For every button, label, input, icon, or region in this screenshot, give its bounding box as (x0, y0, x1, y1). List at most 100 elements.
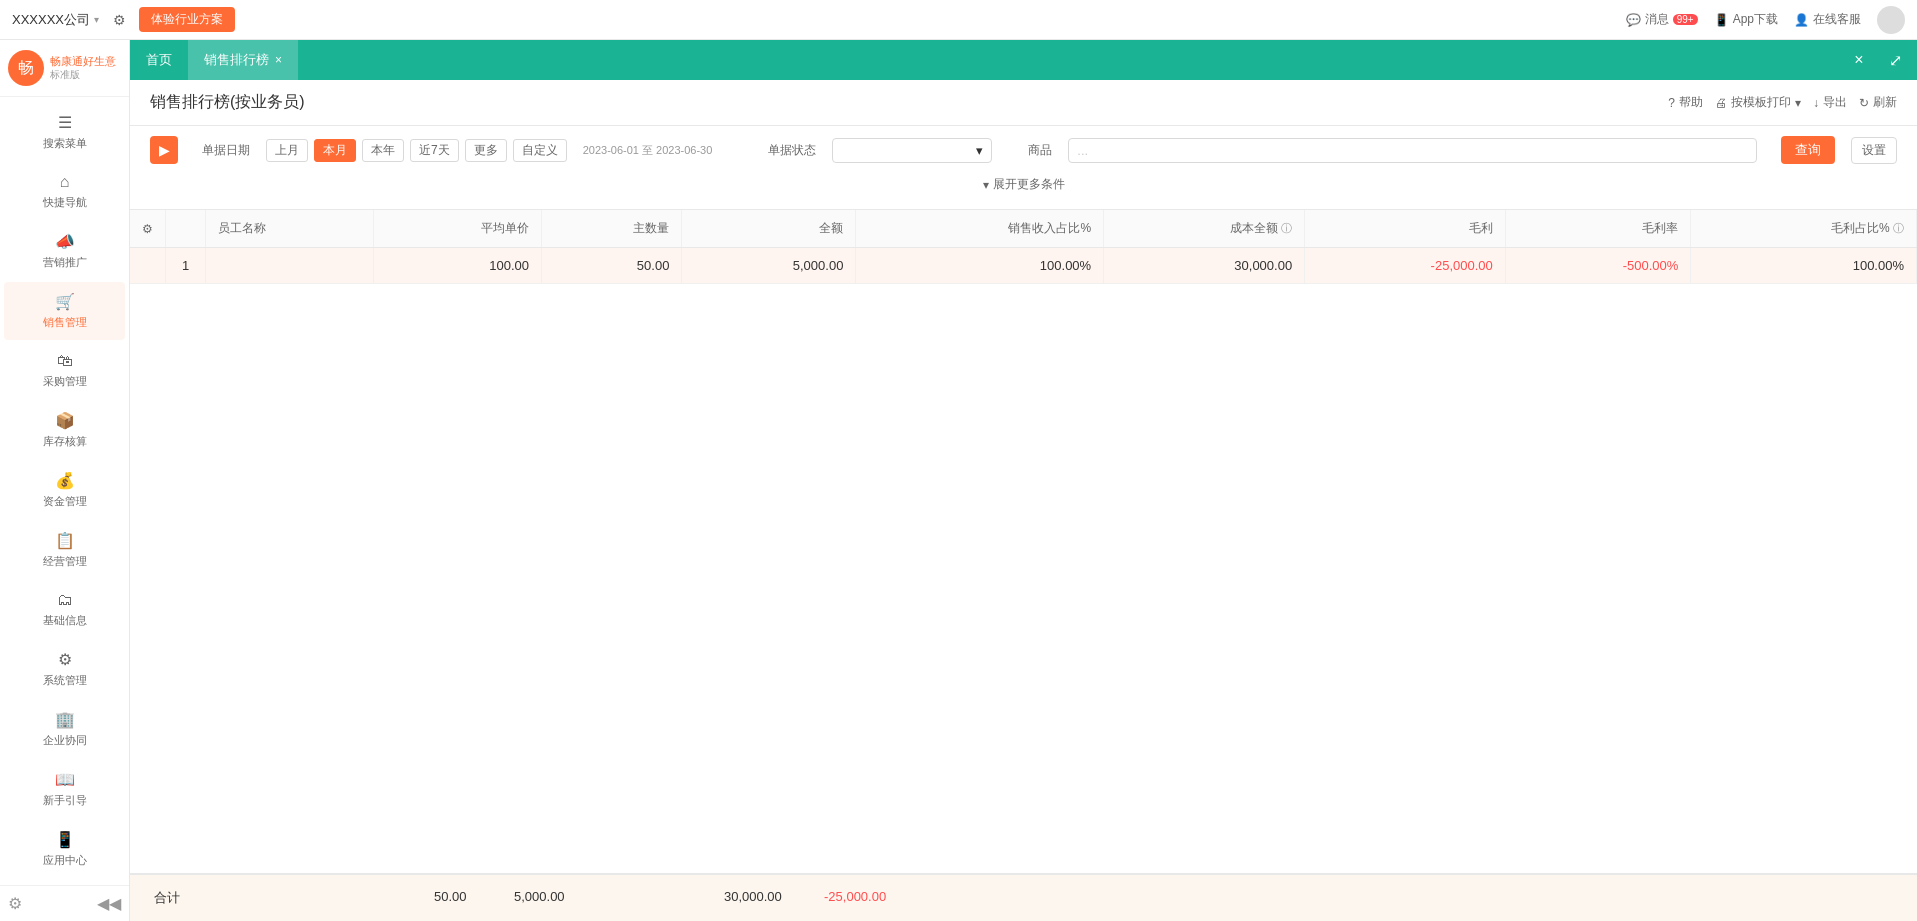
sidebar-label-basic: 基础信息 (43, 613, 87, 628)
footer-gross: -25,000.00 (812, 883, 912, 913)
date-btn-this-year[interactable]: 本年 (362, 139, 404, 162)
date-btn-this-month[interactable]: 本月 (314, 139, 356, 162)
expand-more-button[interactable]: ▾ 展开更多条件 (977, 170, 1071, 199)
export-icon: ↓ (1813, 96, 1819, 110)
export-button[interactable]: ↓ 导出 (1813, 94, 1847, 111)
company-selector[interactable]: XXXXXX公司 ▾ (12, 11, 99, 29)
sidebar-label-enterprise: 企业协同 (43, 733, 87, 748)
col-rank (166, 210, 206, 248)
guide-icon: 📖 (55, 770, 75, 789)
top-right-actions: 💬 消息 99+ 📱 App下载 👤 在线客服 (1626, 6, 1905, 34)
top-bar: XXXXXX公司 ▾ ⚙ 体验行业方案 💬 消息 99+ 📱 App下载 👤 在… (0, 0, 1917, 40)
help-button[interactable]: ? 帮助 (1668, 94, 1703, 111)
sidebar-item-apps[interactable]: 📱 应用中心 (4, 820, 125, 878)
inventory-icon: 📦 (55, 411, 75, 430)
col-gross: 毛利 (1305, 210, 1506, 248)
company-name: XXXXXX公司 (12, 11, 90, 29)
refresh-icon: ↻ (1859, 96, 1869, 110)
col-name: 员工名称 (206, 210, 374, 248)
query-button[interactable]: 查询 (1781, 136, 1835, 164)
online-service-button[interactable]: 👤 在线客服 (1794, 11, 1861, 28)
sidebar-label-operation: 经营管理 (43, 554, 87, 569)
service-label: 在线客服 (1813, 11, 1861, 28)
date-btn-more[interactable]: 更多 (465, 139, 507, 162)
sidebar: 畅 畅康通好生意 标准版 ☰ 搜索菜单 ⌂ 快捷导航 📣 营销推广 🛒 销售管理 (0, 40, 130, 921)
page-content: 销售排行榜(按业务员) ? 帮助 🖨 按模板打印 ▾ ↓ 导出 (130, 80, 1917, 921)
table-row: 1 100.00 50.00 5,000.00 100.00% 30,000.0… (130, 248, 1917, 284)
cell-qty: 50.00 (542, 248, 682, 284)
footer-avg-price (342, 883, 422, 913)
col-qty: 主数量 (542, 210, 682, 248)
print-chevron-icon: ▾ (1795, 96, 1801, 110)
sidebar-item-operation[interactable]: 📋 经营管理 (4, 521, 125, 579)
sidebar-settings-button[interactable]: ⚙ (8, 894, 22, 913)
sidebar-item-shortcut[interactable]: ⌂ 快捷导航 (4, 163, 125, 220)
help-label: 帮助 (1679, 94, 1703, 111)
sidebar-item-sales[interactable]: 🛒 销售管理 (4, 282, 125, 340)
sidebar-item-search[interactable]: ☰ 搜索菜单 (4, 103, 125, 161)
message-button[interactable]: 💬 消息 99+ (1626, 11, 1698, 28)
sidebar-nav: ☰ 搜索菜单 ⌂ 快捷导航 📣 营销推广 🛒 销售管理 🛍 采购管理 📦 库 (0, 97, 129, 885)
avatar[interactable] (1877, 6, 1905, 34)
settings-icon[interactable]: ⚙ (107, 8, 131, 32)
sidebar-footer: ⚙ ◀◀ (0, 885, 129, 921)
tab-close-icon[interactable]: × (275, 53, 282, 67)
sidebar-item-marketing[interactable]: 📣 营销推广 (4, 222, 125, 280)
page-header: 销售排行榜(按业务员) ? 帮助 🖨 按模板打印 ▾ ↓ 导出 (130, 80, 1917, 126)
footer-cells: 合计 50.00 5,000.00 30,000.00 -25,000.00 (142, 883, 1905, 913)
sidebar-label-guide: 新手引导 (43, 793, 87, 808)
cost-help-icon[interactable]: ⓘ (1281, 222, 1292, 234)
col-avg-price: 平均单价 (374, 210, 542, 248)
data-table: ⚙ 员工名称 平均单价 主数量 全额 销售收入占比% 成本全额 ⓘ 毛利 (130, 210, 1917, 284)
industry-button[interactable]: 体验行业方案 (139, 7, 235, 32)
table-area: ⚙ 员工名称 平均单价 主数量 全额 销售收入占比% 成本全额 ⓘ 毛利 (130, 210, 1917, 873)
cell-settings[interactable] (130, 248, 166, 284)
col-settings[interactable]: ⚙ (130, 210, 166, 248)
refresh-button[interactable]: ↻ 刷新 (1859, 94, 1897, 111)
print-button[interactable]: 🖨 按模板打印 ▾ (1715, 94, 1801, 111)
filter-row-1: ▶ 单据日期 上月 本月 本年 近7天 更多 自定义 2023-06-01 至 … (150, 136, 1897, 164)
footer-label: 合计 (142, 883, 342, 913)
footer-cost: 30,000.00 (712, 883, 812, 913)
marketing-icon: 📣 (55, 232, 75, 251)
table-footer: 合计 50.00 5,000.00 30,000.00 -25,000.00 (130, 873, 1917, 921)
goods-filter-input[interactable]: ... (1068, 138, 1757, 163)
tab-restore-button[interactable]: ⤢ (1881, 46, 1909, 74)
col-sales-pct: 销售收入占比% (856, 210, 1104, 248)
sidebar-collapse-button[interactable]: ◀◀ (97, 894, 121, 913)
col-gross-pct: 毛利占比% ⓘ (1691, 210, 1917, 248)
tab-home[interactable]: 首页 (130, 40, 188, 80)
footer-qty: 50.00 (422, 883, 502, 913)
sidebar-item-finance[interactable]: 💰 资金管理 (4, 461, 125, 519)
date-btn-7days[interactable]: 近7天 (410, 139, 459, 162)
settings-button[interactable]: 设置 (1851, 137, 1897, 164)
sidebar-item-purchase[interactable]: 🛍 采购管理 (4, 342, 125, 399)
service-icon: 👤 (1794, 13, 1809, 27)
sidebar-item-guide[interactable]: 📖 新手引导 (4, 760, 125, 818)
app-icon: 📱 (1714, 13, 1729, 27)
sidebar-item-enterprise[interactable]: 🏢 企业协同 (4, 700, 125, 758)
tab-close-window-button[interactable]: × (1845, 46, 1873, 74)
filter-expand-arrow[interactable]: ▶ (150, 136, 178, 164)
date-btn-last-month[interactable]: 上月 (266, 139, 308, 162)
sidebar-item-system[interactable]: ⚙ 系统管理 (4, 640, 125, 698)
tab-bar: 首页 销售排行榜 × × ⤢ (130, 40, 1917, 80)
tab-sales-rank[interactable]: 销售排行榜 × (188, 40, 298, 80)
footer-sales-pct (602, 883, 712, 913)
date-btn-custom[interactable]: 自定义 (513, 139, 567, 162)
goods-placeholder: ... (1077, 143, 1088, 158)
date-filters: 上月 本月 本年 近7天 更多 自定义 (266, 139, 567, 162)
sidebar-item-inventory[interactable]: 📦 库存核算 (4, 401, 125, 459)
gross-pct-help-icon[interactable]: ⓘ (1893, 222, 1904, 234)
sidebar-label-shortcut: 快捷导航 (43, 195, 87, 210)
sidebar-label-system: 系统管理 (43, 673, 87, 688)
app-download-button[interactable]: 📱 App下载 (1714, 11, 1778, 28)
table-body: 1 100.00 50.00 5,000.00 100.00% 30,000.0… (130, 248, 1917, 284)
purchase-icon: 🛍 (57, 352, 73, 370)
cell-amount: 5,000.00 (682, 248, 856, 284)
status-filter-label: 单据状态 (768, 142, 816, 159)
search-menu-icon: ☰ (58, 113, 72, 132)
sidebar-item-basic[interactable]: 🗂 基础信息 (4, 581, 125, 638)
apps-icon: 📱 (55, 830, 75, 849)
status-filter-select[interactable]: ▾ (832, 138, 992, 163)
